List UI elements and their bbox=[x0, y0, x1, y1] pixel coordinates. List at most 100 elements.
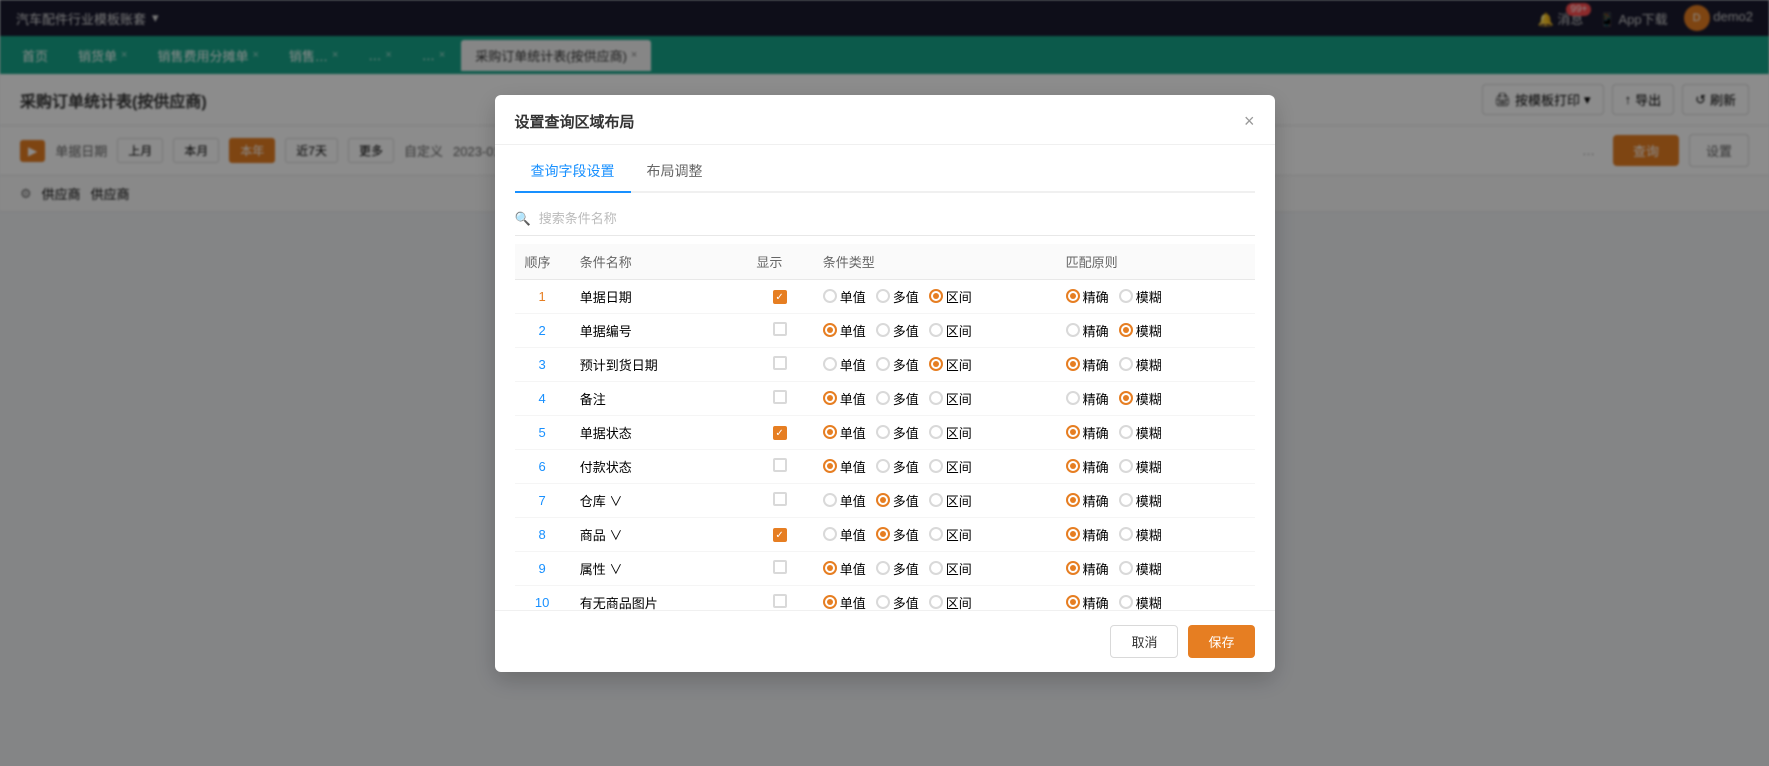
type-radio-range[interactable]: 区间 bbox=[929, 287, 972, 306]
type-radio-range[interactable]: 区间 bbox=[929, 355, 972, 374]
cell-name: 属性 ∨ bbox=[570, 551, 747, 585]
cell-show[interactable] bbox=[746, 585, 812, 610]
type-radio-multi[interactable]: 多值 bbox=[876, 593, 919, 610]
match-radio-exact[interactable]: 精确 bbox=[1066, 287, 1109, 306]
type-radio-single[interactable]: 单值 bbox=[823, 593, 866, 610]
type-radio-multi[interactable]: 多值 bbox=[876, 491, 919, 510]
match-radio-fuzzy[interactable]: 模糊 bbox=[1119, 355, 1162, 374]
type-radio-single[interactable]: 单值 bbox=[823, 355, 866, 374]
dialog-title: 设置查询区域布局 bbox=[515, 111, 635, 132]
match-radio-fuzzy[interactable]: 模糊 bbox=[1119, 389, 1162, 408]
type-radio-single[interactable]: 单值 bbox=[823, 491, 866, 510]
match-radio-fuzzy[interactable]: 模糊 bbox=[1119, 559, 1162, 578]
tab-fields[interactable]: 查询字段设置 bbox=[515, 155, 631, 191]
match-radio-exact[interactable]: 精确 bbox=[1066, 389, 1109, 408]
cell-name: 仓库 ∨ bbox=[570, 483, 747, 517]
radio-circle bbox=[876, 357, 890, 371]
match-radio-exact[interactable]: 精确 bbox=[1066, 321, 1109, 340]
type-radio-range[interactable]: 区间 bbox=[929, 389, 972, 408]
type-radio-multi[interactable]: 多值 bbox=[876, 423, 919, 442]
type-radio-multi[interactable]: 多值 bbox=[876, 355, 919, 374]
type-radio-range[interactable]: 区间 bbox=[929, 457, 972, 476]
match-radio-exact[interactable]: 精确 bbox=[1066, 355, 1109, 374]
cell-show[interactable] bbox=[746, 551, 812, 585]
match-radio-exact[interactable]: 精确 bbox=[1066, 423, 1109, 442]
type-radio-range[interactable]: 区间 bbox=[929, 423, 972, 442]
cell-show[interactable] bbox=[746, 449, 812, 483]
dialog-header: 设置查询区域布局 × bbox=[495, 95, 1275, 145]
radio-circle bbox=[1066, 459, 1080, 473]
type-radio-range[interactable]: 区间 bbox=[929, 491, 972, 510]
match-radio-fuzzy[interactable]: 模糊 bbox=[1119, 491, 1162, 510]
radio-circle bbox=[876, 323, 890, 337]
type-radio-range[interactable]: 区间 bbox=[929, 525, 972, 544]
cell-show[interactable] bbox=[746, 313, 812, 347]
type-radio-multi[interactable]: 多值 bbox=[876, 525, 919, 544]
show-checkbox[interactable] bbox=[773, 356, 787, 370]
show-checkbox[interactable] bbox=[773, 458, 787, 472]
type-radio-range[interactable]: 区间 bbox=[929, 593, 972, 610]
radio-circle bbox=[1119, 391, 1133, 405]
cell-type: 单值多值区间 bbox=[813, 381, 1056, 415]
show-checkbox[interactable] bbox=[773, 528, 787, 542]
type-radio-multi[interactable]: 多值 bbox=[876, 457, 919, 476]
type-radio-single[interactable]: 单值 bbox=[823, 423, 866, 442]
dialog-close-btn[interactable]: × bbox=[1244, 112, 1255, 130]
match-radio-exact[interactable]: 精确 bbox=[1066, 593, 1109, 610]
radio-circle bbox=[1119, 357, 1133, 371]
cell-type: 单值多值区间 bbox=[813, 449, 1056, 483]
type-radio-multi[interactable]: 多值 bbox=[876, 287, 919, 306]
type-radio-single[interactable]: 单值 bbox=[823, 457, 866, 476]
type-radio-multi[interactable]: 多值 bbox=[876, 389, 919, 408]
match-radio-fuzzy[interactable]: 模糊 bbox=[1119, 321, 1162, 340]
cell-name: 单据编号 bbox=[570, 313, 747, 347]
type-radio-single[interactable]: 单值 bbox=[823, 559, 866, 578]
show-checkbox[interactable] bbox=[773, 390, 787, 404]
radio-circle bbox=[823, 595, 837, 609]
show-checkbox[interactable] bbox=[773, 426, 787, 440]
search-input[interactable] bbox=[539, 211, 1255, 226]
cell-show[interactable] bbox=[746, 347, 812, 381]
radio-circle bbox=[876, 561, 890, 575]
type-radio-range[interactable]: 区间 bbox=[929, 321, 972, 340]
show-checkbox[interactable] bbox=[773, 594, 787, 608]
cell-show[interactable] bbox=[746, 483, 812, 517]
type-radio-single[interactable]: 单值 bbox=[823, 389, 866, 408]
match-radio-fuzzy[interactable]: 模糊 bbox=[1119, 287, 1162, 306]
save-btn[interactable]: 保存 bbox=[1188, 625, 1254, 658]
show-checkbox[interactable] bbox=[773, 560, 787, 574]
type-radio-single[interactable]: 单值 bbox=[823, 287, 866, 306]
show-checkbox[interactable] bbox=[773, 290, 787, 304]
cell-show[interactable] bbox=[746, 415, 812, 449]
modal-overlay: 设置查询区域布局 × 查询字段设置 布局调整 🔍 bbox=[0, 0, 1769, 766]
cell-show[interactable] bbox=[746, 517, 812, 551]
tab-layout[interactable]: 布局调整 bbox=[631, 155, 719, 191]
match-radio-exact[interactable]: 精确 bbox=[1066, 525, 1109, 544]
match-radio-exact[interactable]: 精确 bbox=[1066, 491, 1109, 510]
cell-match: 精确模糊 bbox=[1056, 280, 1255, 314]
match-radio-exact[interactable]: 精确 bbox=[1066, 559, 1109, 578]
cell-show[interactable] bbox=[746, 280, 812, 314]
cell-match: 精确模糊 bbox=[1056, 313, 1255, 347]
radio-circle bbox=[1066, 527, 1080, 541]
match-radio-fuzzy[interactable]: 模糊 bbox=[1119, 593, 1162, 610]
cell-order: 10 bbox=[515, 585, 570, 610]
cell-type: 单值多值区间 bbox=[813, 483, 1056, 517]
show-checkbox[interactable] bbox=[773, 322, 787, 336]
match-radio-exact[interactable]: 精确 bbox=[1066, 457, 1109, 476]
radio-circle bbox=[1066, 289, 1080, 303]
cancel-btn[interactable]: 取消 bbox=[1110, 625, 1178, 658]
type-radio-single[interactable]: 单值 bbox=[823, 525, 866, 544]
cell-show[interactable] bbox=[746, 381, 812, 415]
cell-type: 单值多值区间 bbox=[813, 415, 1056, 449]
match-radio-fuzzy[interactable]: 模糊 bbox=[1119, 457, 1162, 476]
type-radio-single[interactable]: 单值 bbox=[823, 321, 866, 340]
radio-circle bbox=[1066, 391, 1080, 405]
match-radio-fuzzy[interactable]: 模糊 bbox=[1119, 525, 1162, 544]
type-radio-multi[interactable]: 多值 bbox=[876, 321, 919, 340]
show-checkbox[interactable] bbox=[773, 492, 787, 506]
type-radio-multi[interactable]: 多值 bbox=[876, 559, 919, 578]
radio-circle bbox=[1066, 595, 1080, 609]
match-radio-fuzzy[interactable]: 模糊 bbox=[1119, 423, 1162, 442]
type-radio-range[interactable]: 区间 bbox=[929, 559, 972, 578]
